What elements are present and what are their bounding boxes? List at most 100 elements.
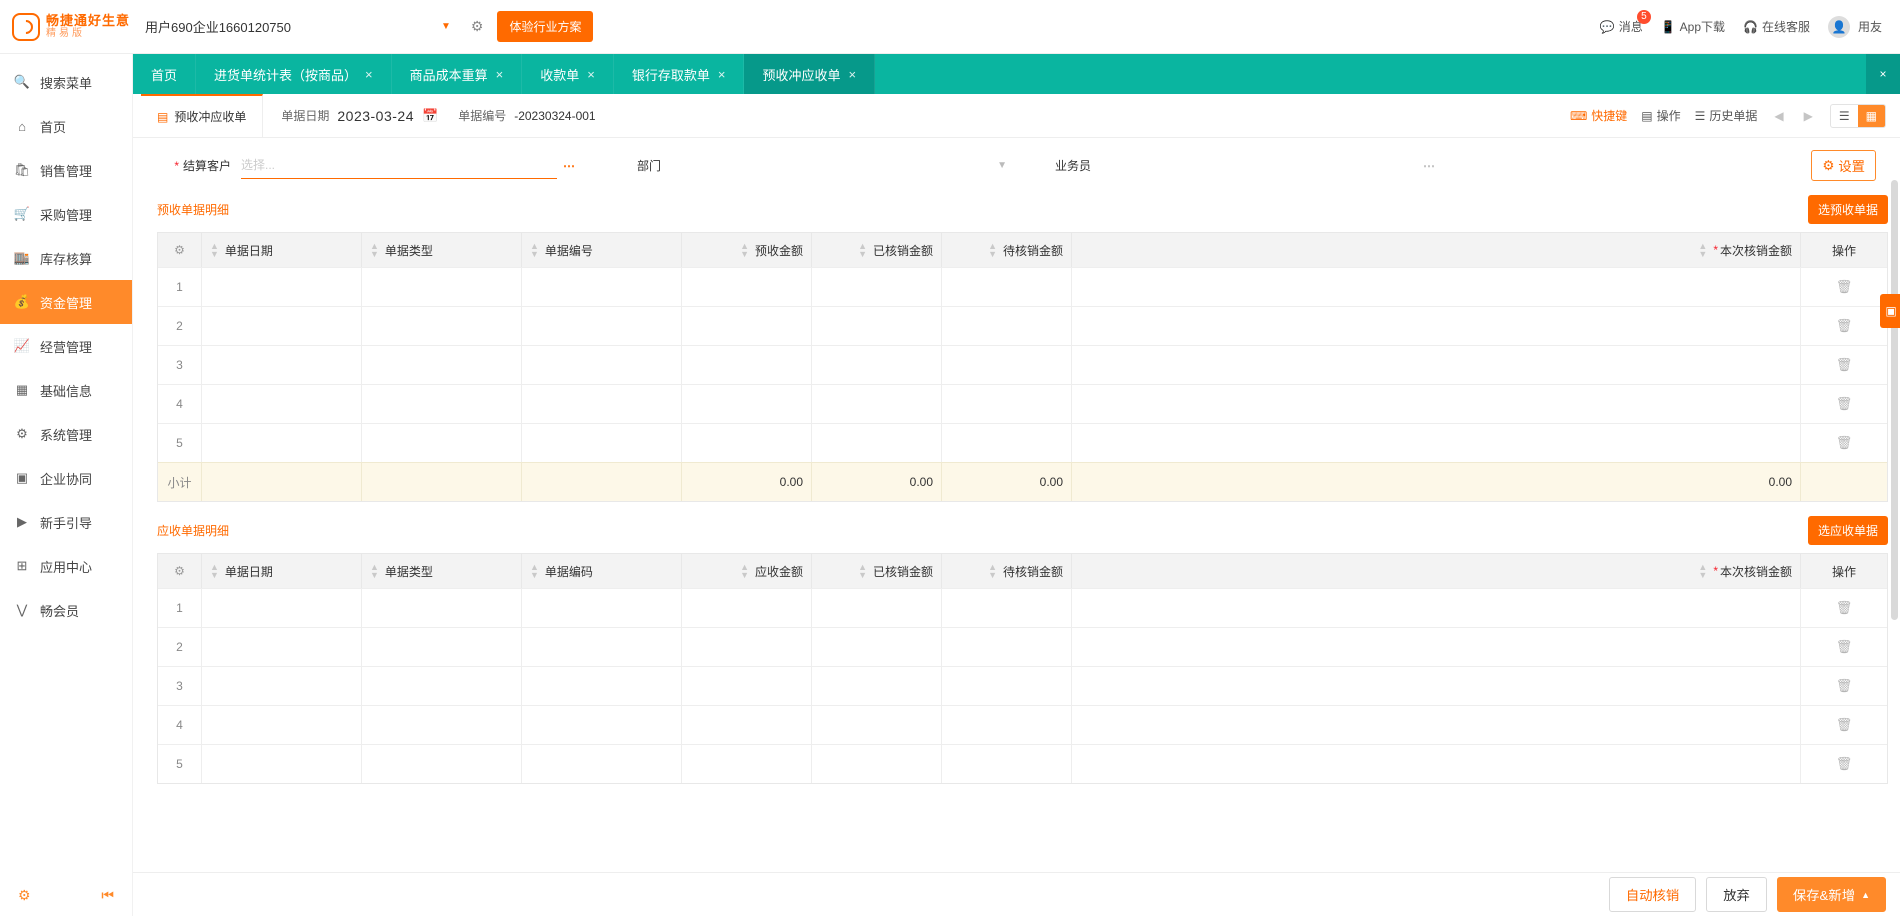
sidebar-item-label: 畅会员 — [40, 601, 79, 620]
salesman-more-icon[interactable]: ⋯ — [1423, 159, 1437, 173]
table-row[interactable]: 4🗑 — [158, 705, 1887, 744]
experience-button[interactable]: 体验行业方案 — [497, 11, 593, 42]
next-doc-icon[interactable]: ▶ — [1801, 109, 1816, 123]
salesman-field[interactable]: 业务员 ⋯ — [1017, 153, 1437, 179]
sidebar-item-home[interactable]: ⌂首页 — [0, 104, 132, 148]
company-select[interactable]: 用户690企业1660120750 ▼ ⚙ — [145, 11, 497, 43]
save-button[interactable]: 保存&新增 ▲ — [1777, 877, 1886, 912]
tab[interactable]: 首页 — [133, 54, 196, 94]
sidebar-item-sales[interactable]: 🛍销售管理 — [0, 148, 132, 192]
close-all-tabs[interactable]: × — [1866, 54, 1900, 94]
table-row[interactable]: 5🗑 — [158, 423, 1887, 462]
sidebar-collapse-icon[interactable]: ⏮ — [101, 887, 114, 904]
receivable-section: 应收单据明细 选应收单据 ⚙ ▲▼单据日期 ▲▼单据类型 ▲▼单据编码 ▲▼应收… — [133, 502, 1900, 784]
sidebar-item-appcenter[interactable]: ⊞应用中心 — [0, 544, 132, 588]
view-detail-icon[interactable]: ▦ — [1858, 105, 1885, 127]
table-row[interactable]: 3🗑 — [158, 345, 1887, 384]
purchase-icon: 🛒 — [14, 206, 30, 222]
table-row[interactable]: 2🗑 — [158, 306, 1887, 345]
messages-badge: 5 — [1637, 10, 1651, 24]
inventory-icon: 🏬 — [14, 250, 30, 266]
tab[interactable]: 收款单× — [522, 54, 614, 94]
dept-field[interactable]: 部门 ▼ — [587, 153, 1007, 179]
salesman-input[interactable] — [1101, 153, 1417, 179]
close-icon[interactable]: × — [587, 67, 595, 82]
sidebar-item-purchase[interactable]: 🛒采购管理 — [0, 192, 132, 236]
close-icon[interactable]: × — [365, 67, 373, 82]
table-row[interactable]: 2🗑 — [158, 627, 1887, 666]
table-row[interactable]: 3🗑 — [158, 666, 1887, 705]
system-icon: ⚙ — [14, 426, 30, 442]
tab[interactable]: 商品成本重算× — [392, 54, 523, 94]
trash-icon[interactable]: 🗑 — [1836, 717, 1853, 733]
trash-icon[interactable]: 🗑 — [1836, 756, 1853, 772]
close-icon[interactable]: × — [848, 67, 856, 82]
tab[interactable]: 预收冲应收单× — [744, 54, 875, 94]
dept-input[interactable] — [671, 153, 1011, 179]
list-icon: ▤ — [1641, 109, 1652, 123]
gear-icon[interactable]: ⚙ — [158, 554, 202, 588]
sidebar-item-search[interactable]: 🔍搜索菜单 — [0, 60, 132, 104]
trash-icon[interactable]: 🗑 — [1836, 396, 1853, 412]
topbar: 畅捷通好生意 精易版 用户690企业1660120750 ▼ ⚙ 体验行业方案 … — [0, 0, 1900, 54]
sidebar-item-system[interactable]: ⚙系统管理 — [0, 412, 132, 456]
table-row[interactable]: 1🗑 — [158, 588, 1887, 627]
history-action[interactable]: ☰ 历史单据 — [1695, 107, 1758, 124]
trash-icon[interactable]: 🗑 — [1836, 357, 1853, 373]
close-icon[interactable]: × — [496, 67, 504, 82]
operate-action[interactable]: ▤ 操作 — [1641, 107, 1680, 124]
sidebar-item-basic[interactable]: ▦基础信息 — [0, 368, 132, 412]
form-row: *结算客户 ⋯ 部门 ▼ 业务员 ⋯ — [133, 138, 1900, 181]
customer-input[interactable] — [241, 153, 557, 179]
vertical-scrollbar[interactable] — [1891, 180, 1898, 870]
table-row[interactable]: 1🗑 — [158, 267, 1887, 306]
avatar-icon: 👤 — [1828, 16, 1850, 38]
sidebar-item-business[interactable]: 📈经营管理 — [0, 324, 132, 368]
doc-date-label: 单据日期 — [281, 107, 329, 124]
chat-icon: 💬 — [1600, 20, 1615, 34]
trash-icon[interactable]: 🗑 — [1836, 678, 1853, 694]
gear-icon[interactable]: ⚙ — [158, 233, 202, 267]
sidebar-item-label: 应用中心 — [40, 557, 92, 576]
shortcut-action[interactable]: ⌨ 快捷键 — [1570, 107, 1627, 124]
trash-icon[interactable]: 🗑 — [1836, 279, 1853, 295]
trash-icon[interactable]: 🗑 — [1836, 435, 1853, 451]
sidebar-item-member[interactable]: ⋁畅会员 — [0, 588, 132, 632]
brand-title: 畅捷通好生意 — [46, 14, 130, 28]
discard-button[interactable]: 放弃 — [1706, 877, 1767, 912]
side-panel-toggle[interactable]: ▣ — [1880, 294, 1900, 328]
close-icon[interactable]: × — [718, 67, 726, 82]
user-menu[interactable]: 👤 用友 — [1828, 16, 1882, 38]
customer-more-icon[interactable]: ⋯ — [563, 159, 577, 173]
sidebar-settings-icon[interactable]: ⚙ — [18, 887, 31, 904]
auto-verify-button[interactable]: 自动核销 — [1609, 877, 1696, 912]
table-row[interactable]: 5🗑 — [158, 744, 1887, 783]
sidebar-item-coop[interactable]: ▣企业协同 — [0, 456, 132, 500]
sidebar-item-label: 新手引导 — [40, 513, 92, 532]
trash-icon[interactable]: 🗑 — [1836, 600, 1853, 616]
gear-icon[interactable]: ⚙ — [471, 18, 484, 35]
select-prepay-button[interactable]: 选预收单据 — [1808, 195, 1888, 224]
view-list-icon[interactable]: ☰ — [1831, 105, 1858, 127]
app-download-link[interactable]: 📱 App下载 — [1661, 18, 1725, 35]
tab[interactable]: 进货单统计表（按商品）× — [196, 54, 392, 94]
sidebar-item-funds[interactable]: 💰资金管理 — [0, 280, 132, 324]
calendar-icon[interactable]: 📅 — [422, 108, 438, 124]
trash-icon[interactable]: 🗑 — [1836, 318, 1853, 334]
trash-icon[interactable]: 🗑 — [1836, 639, 1853, 655]
select-receivable-button[interactable]: 选应收单据 — [1808, 516, 1888, 545]
doc-date-value[interactable]: 2023-03-24 — [337, 108, 414, 124]
online-service-link[interactable]: 🎧 在线客服 — [1743, 18, 1810, 35]
tab[interactable]: 银行存取款单× — [614, 54, 745, 94]
sidebar-item-label: 资金管理 — [40, 293, 92, 312]
basic-icon: ▦ — [14, 382, 30, 398]
sidebar-item-inventory[interactable]: 🏬库存核算 — [0, 236, 132, 280]
settings-button[interactable]: ⚙ 设置 — [1811, 150, 1876, 181]
messages-link[interactable]: 💬 消息 5 — [1600, 18, 1643, 35]
footer: 自动核销 放弃 保存&新增 ▲ — [133, 872, 1900, 916]
search-icon: 🔍 — [14, 74, 30, 90]
sidebar-item-guide[interactable]: ▶新手引导 — [0, 500, 132, 544]
customer-field[interactable]: *结算客户 ⋯ — [157, 153, 577, 179]
prev-doc-icon[interactable]: ◀ — [1771, 109, 1786, 123]
table-row[interactable]: 4🗑 — [158, 384, 1887, 423]
